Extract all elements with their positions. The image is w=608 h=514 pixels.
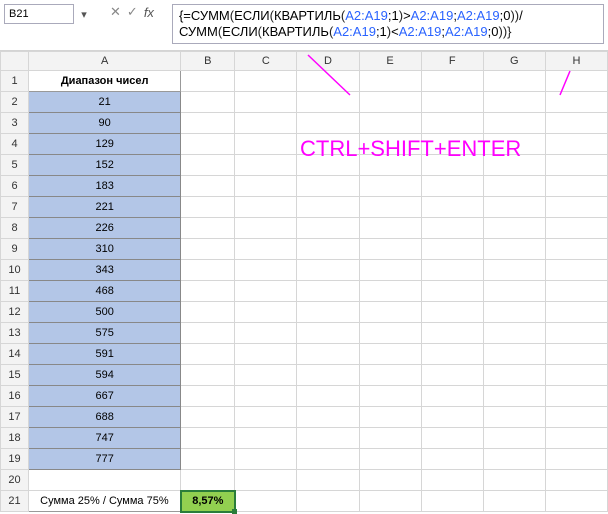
row-header[interactable]: 15: [1, 365, 29, 386]
row-header[interactable]: 18: [1, 428, 29, 449]
fill-handle[interactable]: [232, 509, 237, 514]
table-row: 17688: [1, 407, 608, 428]
data-cell[interactable]: 183: [29, 176, 181, 197]
data-cell[interactable]: 575: [29, 323, 181, 344]
col-header-F[interactable]: F: [421, 52, 483, 71]
table-row: 10343: [1, 260, 608, 281]
data-cell[interactable]: 594: [29, 365, 181, 386]
data-cell[interactable]: 226: [29, 218, 181, 239]
range-header-cell[interactable]: Диапазон чисел: [29, 71, 181, 92]
table-row: 16667: [1, 386, 608, 407]
formula-bar: ▾ ✕ ✓ fx {=СУММ(ЕСЛИ(КВАРТИЛЬ(A2:A19;1)>…: [0, 0, 608, 51]
table-row: 11468: [1, 281, 608, 302]
row-header[interactable]: 1: [1, 71, 29, 92]
column-headers: A B C D E F G H: [1, 52, 608, 71]
data-cell[interactable]: 688: [29, 407, 181, 428]
name-box[interactable]: [4, 4, 74, 24]
data-cell[interactable]: 468: [29, 281, 181, 302]
row-header[interactable]: 10: [1, 260, 29, 281]
row-header[interactable]: 5: [1, 155, 29, 176]
result-label-cell[interactable]: Сумма 25% / Сумма 75%: [29, 491, 181, 512]
col-header-B[interactable]: B: [181, 52, 235, 71]
formula-line-2: СУММ(ЕСЛИ(КВАРТИЛЬ(A2:A19;1)<A2:A19;A2:A…: [179, 24, 597, 40]
data-cell[interactable]: 500: [29, 302, 181, 323]
data-cell[interactable]: 667: [29, 386, 181, 407]
formula-line-1: {=СУММ(ЕСЛИ(КВАРТИЛЬ(A2:A19;1)>A2:A19;A2…: [179, 8, 597, 24]
row-header[interactable]: 11: [1, 281, 29, 302]
row-header[interactable]: 19: [1, 449, 29, 470]
table-row: 13575: [1, 323, 608, 344]
col-header-E[interactable]: E: [359, 52, 421, 71]
col-header-D[interactable]: D: [297, 52, 359, 71]
data-cell[interactable]: 152: [29, 155, 181, 176]
table-row: 19777: [1, 449, 608, 470]
table-row: 6183: [1, 176, 608, 197]
data-cell[interactable]: 591: [29, 344, 181, 365]
row-header[interactable]: 8: [1, 218, 29, 239]
row-header[interactable]: 4: [1, 134, 29, 155]
row-header[interactable]: 16: [1, 386, 29, 407]
row-header[interactable]: 2: [1, 92, 29, 113]
table-row: 5152: [1, 155, 608, 176]
table-row: 4129: [1, 134, 608, 155]
row-header[interactable]: 13: [1, 323, 29, 344]
formula-input[interactable]: {=СУММ(ЕСЛИ(КВАРТИЛЬ(A2:A19;1)>A2:A19;A2…: [172, 4, 604, 44]
row-header[interactable]: 14: [1, 344, 29, 365]
fx-icon[interactable]: fx: [144, 5, 154, 20]
data-cell[interactable]: 129: [29, 134, 181, 155]
data-cell[interactable]: 310: [29, 239, 181, 260]
table-row: 14591: [1, 344, 608, 365]
table-row: 12500: [1, 302, 608, 323]
col-header-H[interactable]: H: [545, 52, 607, 71]
result-value-cell[interactable]: 8,57%: [181, 491, 235, 512]
namebox-dropdown-icon[interactable]: ▾: [78, 4, 90, 24]
table-row: 390: [1, 113, 608, 134]
data-cell[interactable]: 747: [29, 428, 181, 449]
spreadsheet-grid[interactable]: A B C D E F G H 1Диапазон чисел221390412…: [0, 51, 608, 513]
table-row: 18747: [1, 428, 608, 449]
table-row: 221: [1, 92, 608, 113]
row-header[interactable]: 9: [1, 239, 29, 260]
formula-bar-icons: ✕ ✓ fx: [110, 4, 162, 20]
data-cell[interactable]: 90: [29, 113, 181, 134]
cancel-icon[interactable]: ✕: [110, 4, 121, 20]
table-row: 21Сумма 25% / Сумма 75%8,57%: [1, 491, 608, 512]
col-header-G[interactable]: G: [483, 52, 545, 71]
row-header[interactable]: 21: [1, 491, 29, 512]
row-header[interactable]: 6: [1, 176, 29, 197]
table-row: 15594: [1, 365, 608, 386]
select-all-corner[interactable]: [1, 52, 29, 71]
table-row: 8226: [1, 218, 608, 239]
data-cell[interactable]: 777: [29, 449, 181, 470]
data-cell[interactable]: 221: [29, 197, 181, 218]
table-row: 7221: [1, 197, 608, 218]
table-row: 9310: [1, 239, 608, 260]
enter-icon[interactable]: ✓: [127, 4, 138, 20]
row-header[interactable]: 20: [1, 470, 29, 491]
col-header-C[interactable]: C: [235, 52, 297, 71]
row-header[interactable]: 12: [1, 302, 29, 323]
row-header[interactable]: 17: [1, 407, 29, 428]
data-cell[interactable]: 21: [29, 92, 181, 113]
table-row: 20: [1, 470, 608, 491]
row-header[interactable]: 7: [1, 197, 29, 218]
table-row: 1Диапазон чисел: [1, 71, 608, 92]
row-header[interactable]: 3: [1, 113, 29, 134]
col-header-A[interactable]: A: [29, 52, 181, 71]
data-cell[interactable]: 343: [29, 260, 181, 281]
